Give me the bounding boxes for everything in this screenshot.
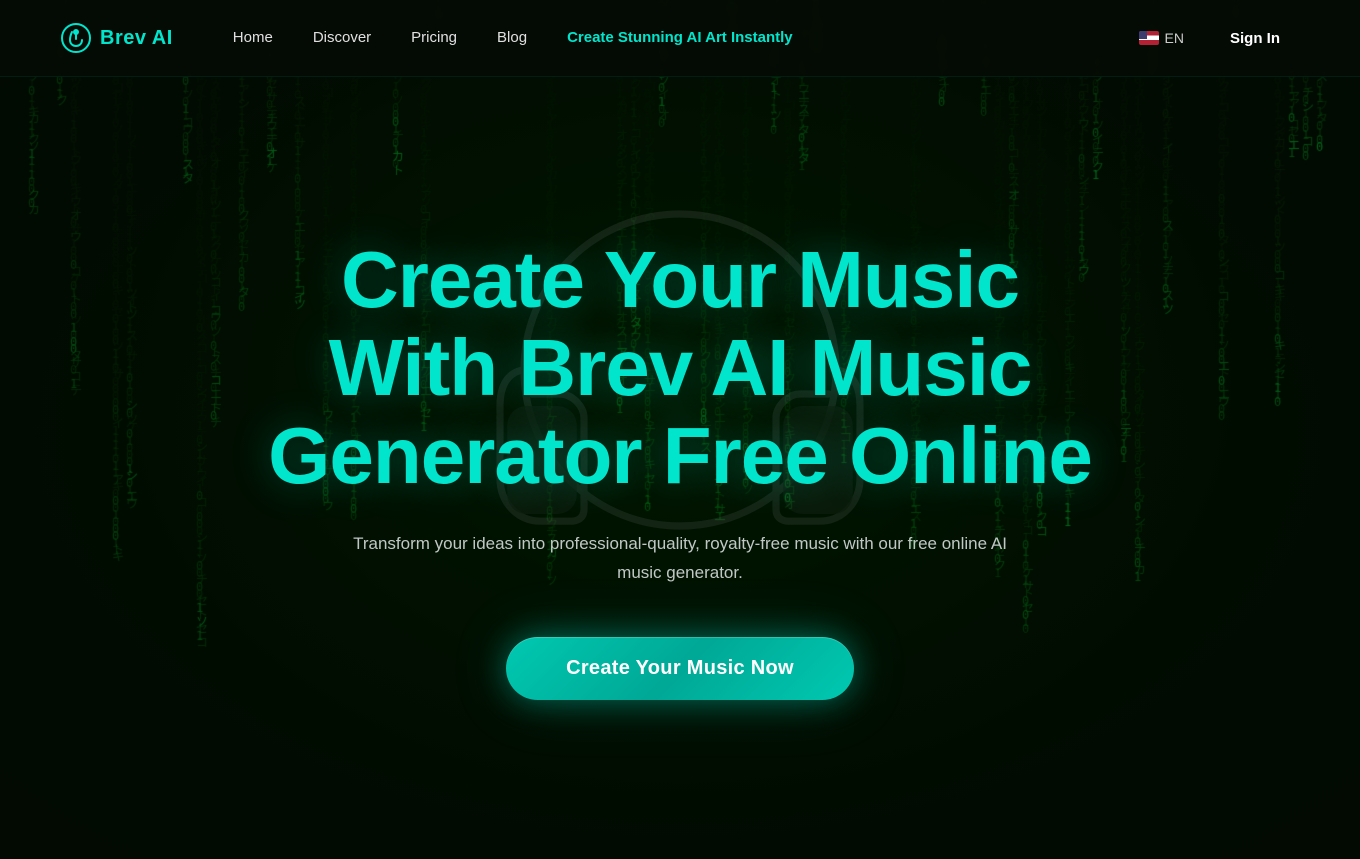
hero-title-line2: With Brev AI Music: [329, 323, 1032, 412]
nav-link-pricing[interactable]: Pricing: [411, 29, 457, 46]
nav-link-blog[interactable]: Blog: [497, 29, 527, 46]
nav-item-create-art[interactable]: Create Stunning AI Art Instantly: [567, 29, 793, 47]
logo-link[interactable]: Brev AI: [60, 22, 173, 54]
nav-link-discover[interactable]: Discover: [313, 29, 371, 46]
nav-item-pricing[interactable]: Pricing: [411, 29, 457, 47]
lang-code: EN: [1165, 30, 1184, 46]
nav-link-home[interactable]: Home: [233, 29, 273, 46]
hero-title-line3: Generator Free Online: [268, 411, 1092, 500]
nav-right: EN Sign In: [1129, 22, 1300, 55]
hero-title: Create Your Music With Brev AI Music Gen…: [268, 236, 1092, 500]
hero-subtitle: Transform your ideas into professional-q…: [330, 530, 1030, 588]
navbar: Brev AI Home Discover Pricing Blog Creat…: [0, 0, 1360, 77]
nav-item-blog[interactable]: Blog: [497, 29, 527, 47]
logo-icon: [60, 22, 92, 54]
language-button[interactable]: EN: [1129, 24, 1194, 52]
nav-links: Home Discover Pricing Blog Create Stunni…: [233, 29, 1129, 47]
nav-item-home[interactable]: Home: [233, 29, 273, 47]
cta-button[interactable]: Create Your Music Now: [506, 637, 854, 700]
nav-link-create-art[interactable]: Create Stunning AI Art Instantly: [567, 29, 793, 46]
flag-icon: [1139, 31, 1159, 45]
logo-text: Brev AI: [100, 27, 173, 50]
hero-section: Create Your Music With Brev AI Music Gen…: [0, 77, 1360, 859]
signin-button[interactable]: Sign In: [1210, 22, 1300, 55]
nav-item-discover[interactable]: Discover: [313, 29, 371, 47]
hero-title-line1: Create Your Music: [341, 235, 1019, 324]
